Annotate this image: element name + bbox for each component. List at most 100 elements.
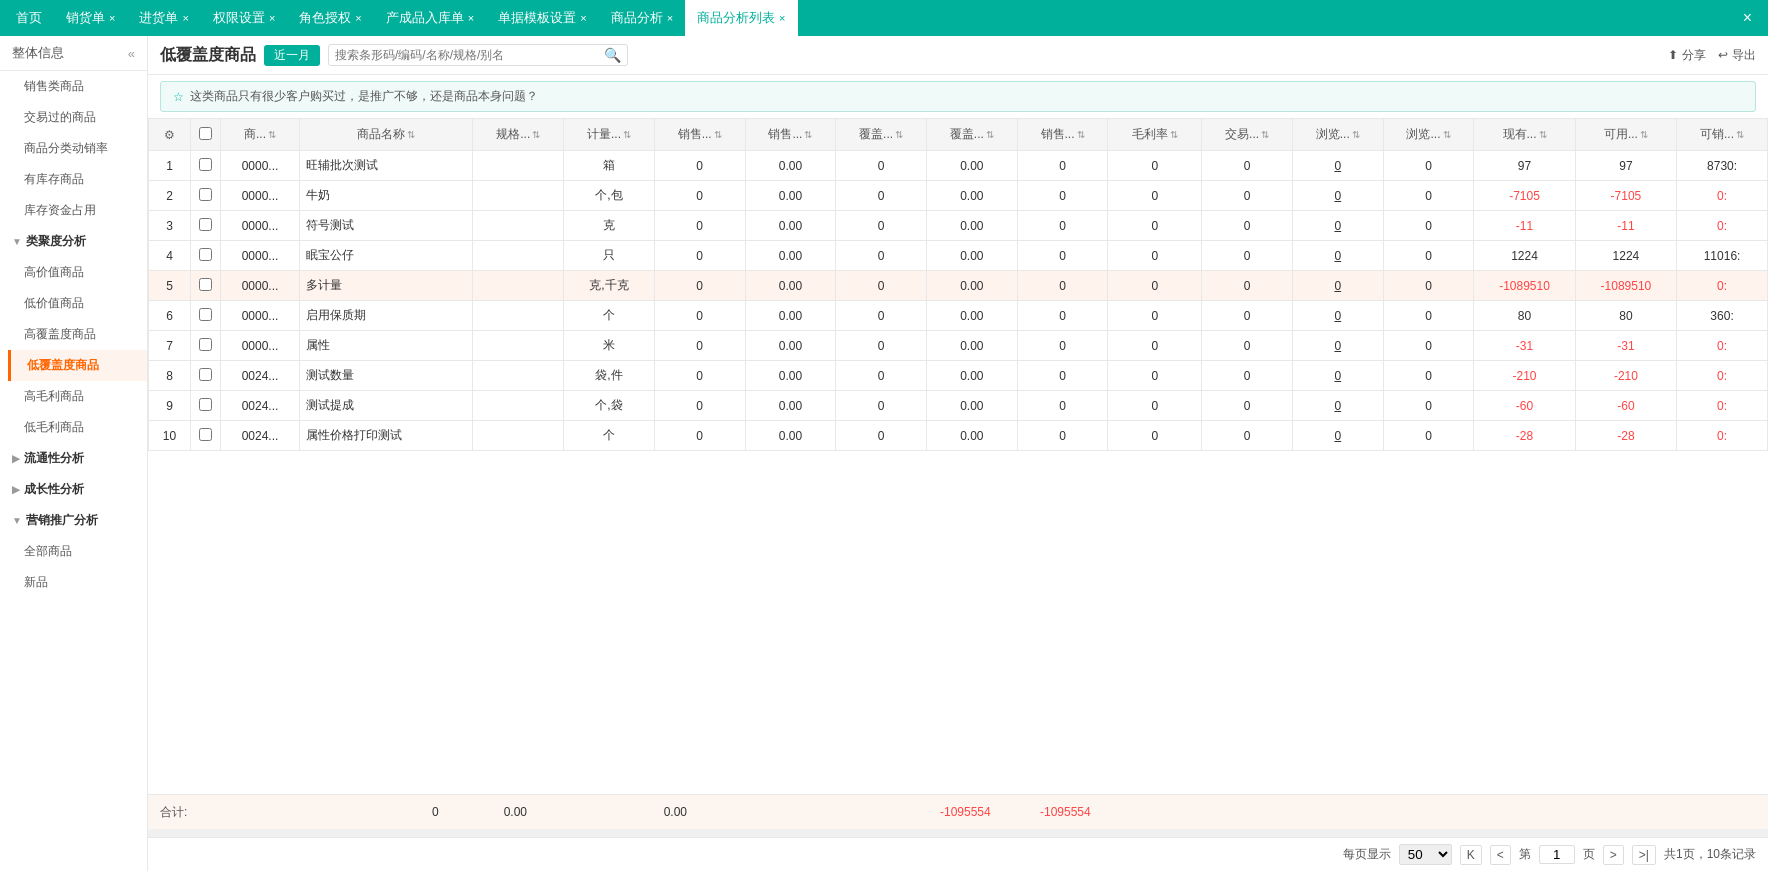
sidebar-group5-header[interactable]: ▼ 营销推广分析 [0, 505, 147, 536]
sidebar-item-inventory-capital[interactable]: 库存资金占用 [8, 195, 147, 226]
sidebar-item-low-margin[interactable]: 低毛利商品 [8, 412, 147, 443]
col-gross-margin[interactable]: 毛利率⇅ [1108, 119, 1202, 151]
browse1-link[interactable]: 0 [1334, 219, 1341, 233]
row-checkbox-cell[interactable] [190, 241, 220, 271]
row-checkbox-cell[interactable] [190, 181, 220, 211]
col-settings[interactable]: ⚙ [149, 119, 191, 151]
nav-close-sales[interactable]: × [109, 12, 115, 24]
col-coverage1[interactable]: 覆盖...⇅ [836, 119, 927, 151]
window-close-button[interactable]: × [1731, 9, 1764, 27]
browse1-link[interactable]: 0 [1334, 309, 1341, 323]
row-browse1[interactable]: 0 [1292, 331, 1383, 361]
settings-icon[interactable]: ⚙ [164, 128, 175, 142]
col-sales-extra[interactable]: 销售...⇅ [1017, 119, 1108, 151]
browse1-link[interactable]: 0 [1334, 369, 1341, 383]
nav-product-storage[interactable]: 产成品入库单 × [374, 0, 486, 36]
nav-home[interactable]: 首页 [4, 0, 54, 36]
row-checkbox-cell[interactable] [190, 361, 220, 391]
col-coverage2[interactable]: 覆盖...⇅ [926, 119, 1017, 151]
row-browse1[interactable]: 0 [1292, 391, 1383, 421]
row-browse1[interactable]: 0 [1292, 421, 1383, 451]
row-checkbox-cell[interactable] [190, 301, 220, 331]
first-page-button[interactable]: K [1460, 845, 1482, 865]
time-filter-button[interactable]: 近一月 [264, 45, 320, 66]
sidebar-item-all-goods[interactable]: 全部商品 [8, 536, 147, 567]
sidebar-group3-header[interactable]: ▶ 流通性分析 [0, 443, 147, 474]
page-size-select[interactable]: 50 100 200 [1399, 844, 1452, 865]
row-checkbox[interactable] [199, 368, 212, 381]
nav-permission[interactable]: 权限设置 × [201, 0, 287, 36]
row-checkbox[interactable] [199, 428, 212, 441]
browse1-link[interactable]: 0 [1334, 249, 1341, 263]
col-spec[interactable]: 规格...⇅ [473, 119, 564, 151]
row-checkbox-cell[interactable] [190, 391, 220, 421]
nav-close-template[interactable]: × [580, 12, 586, 24]
row-checkbox[interactable] [199, 308, 212, 321]
nav-role-auth[interactable]: 角色授权 × [287, 0, 373, 36]
nav-close-analysis-list[interactable]: × [779, 12, 785, 24]
nav-close-analysis[interactable]: × [667, 12, 673, 24]
row-browse1[interactable]: 0 [1292, 181, 1383, 211]
row-checkbox[interactable] [199, 278, 212, 291]
row-checkbox-cell[interactable] [190, 211, 220, 241]
row-checkbox-cell[interactable] [190, 271, 220, 301]
page-input[interactable] [1539, 845, 1575, 864]
nav-close-purchase[interactable]: × [182, 12, 188, 24]
sidebar-item-low-value[interactable]: 低价值商品 [8, 288, 147, 319]
col-sales-amount[interactable]: 销售...⇅ [745, 119, 836, 151]
col-current-stock[interactable]: 现有...⇅ [1474, 119, 1575, 151]
sidebar-item-traded-goods[interactable]: 交易过的商品 [8, 102, 147, 133]
select-all-checkbox[interactable] [199, 127, 212, 140]
col-sales-qty[interactable]: 销售...⇅ [654, 119, 745, 151]
nav-template[interactable]: 单据模板设置 × [486, 0, 598, 36]
sidebar-item-in-stock[interactable]: 有库存商品 [8, 164, 147, 195]
browse1-link[interactable]: 0 [1334, 279, 1341, 293]
row-checkbox-cell[interactable] [190, 151, 220, 181]
prev-page-button[interactable]: < [1490, 845, 1511, 865]
col-available-stock[interactable]: 可用...⇅ [1575, 119, 1676, 151]
share-button[interactable]: ⬆ 分享 [1668, 47, 1706, 64]
col-unit[interactable]: 计量...⇅ [564, 119, 655, 151]
browse1-link[interactable]: 0 [1334, 339, 1341, 353]
nav-close-storage[interactable]: × [468, 12, 474, 24]
sidebar-collapse-button[interactable]: « [128, 46, 135, 61]
search-icon[interactable]: 🔍 [604, 47, 621, 63]
col-transaction[interactable]: 交易...⇅ [1202, 119, 1293, 151]
col-browse1[interactable]: 浏览...⇅ [1292, 119, 1383, 151]
browse1-link[interactable]: 0 [1334, 399, 1341, 413]
sidebar-item-new-goods[interactable]: 新品 [8, 567, 147, 598]
search-input[interactable] [335, 48, 604, 62]
row-checkbox[interactable] [199, 218, 212, 231]
export-button[interactable]: ↩ 导出 [1718, 47, 1756, 64]
col-browse2[interactable]: 浏览...⇅ [1383, 119, 1474, 151]
row-checkbox[interactable] [199, 188, 212, 201]
col-saleable[interactable]: 可销...⇅ [1677, 119, 1768, 151]
row-checkbox[interactable] [199, 338, 212, 351]
last-page-button[interactable]: >| [1632, 845, 1656, 865]
row-checkbox[interactable] [199, 248, 212, 261]
row-browse1[interactable]: 0 [1292, 241, 1383, 271]
browse1-link[interactable]: 0 [1334, 189, 1341, 203]
browse1-link[interactable]: 0 [1334, 159, 1341, 173]
row-browse1[interactable]: 0 [1292, 361, 1383, 391]
sidebar-group4-header[interactable]: ▶ 成长性分析 [0, 474, 147, 505]
sidebar-item-high-margin[interactable]: 高毛利商品 [8, 381, 147, 412]
nav-close-role[interactable]: × [355, 12, 361, 24]
col-checkbox[interactable] [190, 119, 220, 151]
nav-sales-order[interactable]: 销货单 × [54, 0, 127, 36]
scrollbar[interactable] [148, 829, 1768, 837]
sidebar-group2-header[interactable]: ▼ 类聚度分析 [0, 226, 147, 257]
col-name[interactable]: 商品名称⇅ [300, 119, 473, 151]
sidebar-item-low-coverage[interactable]: 低覆盖度商品 [8, 350, 147, 381]
row-browse1[interactable]: 0 [1292, 211, 1383, 241]
sidebar-item-category-turnover[interactable]: 商品分类动销率 [8, 133, 147, 164]
nav-goods-analysis-list[interactable]: 商品分析列表 × [685, 0, 797, 36]
nav-goods-analysis[interactable]: 商品分析 × [599, 0, 685, 36]
row-browse1[interactable]: 0 [1292, 271, 1383, 301]
row-checkbox-cell[interactable] [190, 331, 220, 361]
nav-purchase-order[interactable]: 进货单 × [127, 0, 200, 36]
col-code[interactable]: 商...⇅ [220, 119, 299, 151]
sidebar-item-sales-goods[interactable]: 销售类商品 [8, 71, 147, 102]
row-checkbox-cell[interactable] [190, 421, 220, 451]
row-checkbox[interactable] [199, 158, 212, 171]
